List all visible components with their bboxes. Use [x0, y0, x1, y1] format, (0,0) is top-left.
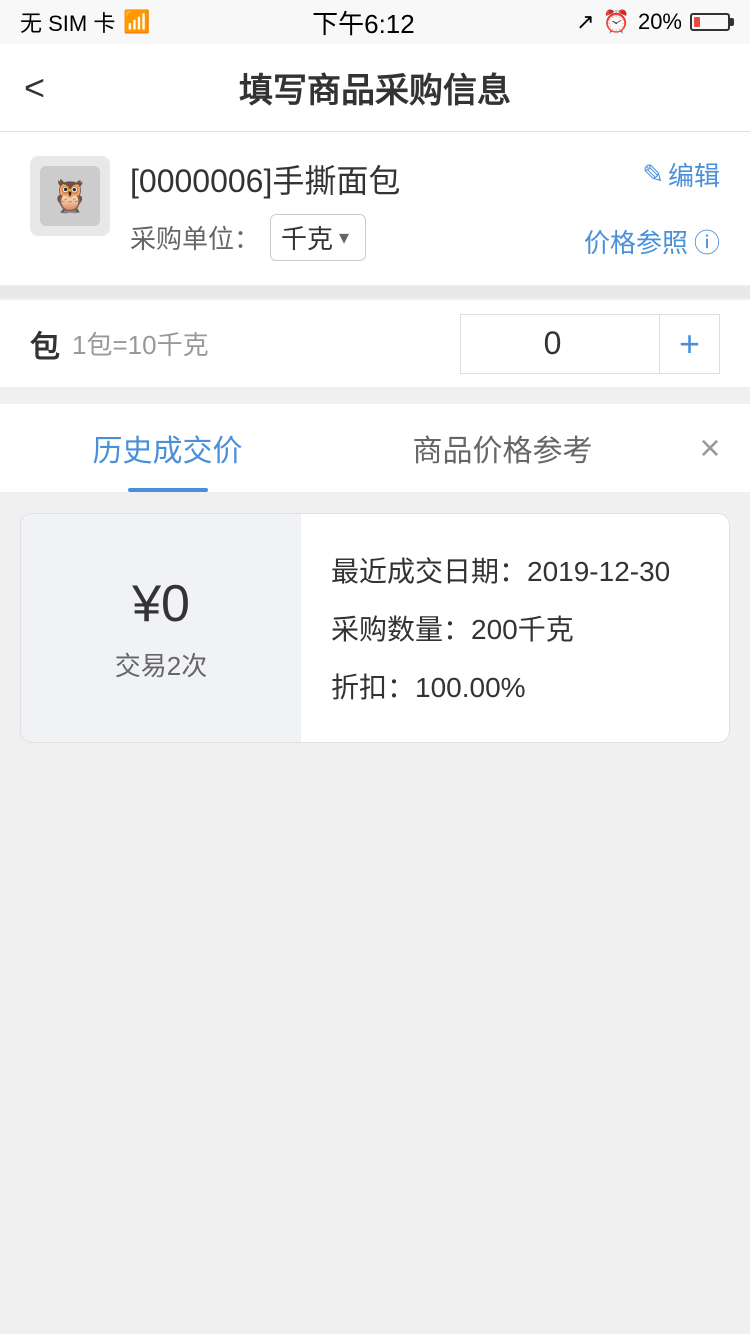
tab-history-price-label: 历史成交价 — [93, 426, 243, 470]
chevron-down-icon: ▾ — [339, 225, 349, 250]
price-ref-right: ✎ 编辑 价格参照 ⓘ — [584, 156, 720, 260]
back-button[interactable]: < — [24, 67, 45, 109]
price-card: ¥0 交易2次 最近成交日期：2019-12-30 采购数量：200千克 折扣：… — [20, 513, 730, 743]
discount-value: 100.00% — [415, 672, 526, 703]
price-value: 0 — [161, 575, 190, 633]
product-info: [0000006]手撕面包 采购单位： 千克 ▾ — [130, 156, 400, 261]
product-logo-icon: 🦉 — [50, 177, 90, 215]
price-amount: ¥0 — [132, 574, 190, 634]
tab-close-button[interactable]: × — [670, 404, 750, 492]
quantity-controls: + — [460, 314, 720, 374]
quantity-row: 包 1包=10千克 + — [0, 300, 750, 388]
unit-select[interactable]: 千克 ▾ — [270, 214, 366, 261]
tab-product-price-ref[interactable]: 商品价格参考 — [335, 404, 670, 492]
product-thumbnail-inner: 🦉 — [40, 166, 100, 226]
price-ref-label: 价格参照 — [584, 223, 688, 260]
price-card-right: 最近成交日期：2019-12-30 采购数量：200千克 折扣：100.00% — [301, 514, 729, 742]
tab-product-price-ref-label: 商品价格参考 — [413, 426, 593, 470]
product-name: [0000006]手撕面包 — [130, 156, 400, 202]
section-divider — [0, 286, 750, 298]
discount-label: 折扣： — [331, 672, 415, 703]
purchase-qty-value: 200千克 — [471, 614, 574, 645]
price-ref-button[interactable]: 价格参照 ⓘ — [584, 223, 720, 260]
carrier-label: 无 SIM 卡 — [20, 6, 115, 38]
status-bar-right: ↗ ⏰ 20% — [576, 9, 730, 35]
tab-history-price[interactable]: 历史成交价 — [0, 404, 335, 492]
battery-body — [690, 13, 730, 31]
unit-label: 采购单位： — [130, 219, 260, 256]
battery-fill — [694, 17, 700, 27]
content-area: ¥0 交易2次 最近成交日期：2019-12-30 采购数量：200千克 折扣：… — [0, 513, 750, 1113]
nav-bar: < 填写商品采购信息 — [0, 44, 750, 132]
status-bar-time: 下午6:12 — [312, 4, 415, 41]
status-bar: 无 SIM 卡 📶 下午6:12 ↗ ⏰ 20% — [0, 0, 750, 44]
transaction-count: 交易2次 — [115, 646, 207, 683]
edit-label: 编辑 — [668, 156, 720, 193]
quantity-plus-button[interactable]: + — [660, 314, 720, 374]
recent-date-value: 2019-12-30 — [527, 556, 670, 587]
recent-date-label: 最近成交日期： — [331, 556, 527, 587]
battery-percentage: 20% — [638, 9, 682, 35]
quantity-hint: 1包=10千克 — [72, 325, 209, 362]
tab-active-indicator — [128, 488, 208, 492]
product-card: 🦉 [0000006]手撕面包 采购单位： 千克 ▾ ✎ 编辑 — [0, 132, 750, 286]
product-header: 🦉 [0000006]手撕面包 采购单位： 千克 ▾ ✎ 编辑 — [30, 156, 720, 261]
currency-symbol: ¥ — [132, 575, 161, 633]
edit-icon: ✎ — [642, 159, 664, 190]
purchase-qty-row: 采购数量：200千克 — [331, 608, 699, 648]
alarm-icon: ⏰ — [603, 9, 630, 35]
quantity-label: 包 1包=10千克 — [30, 322, 209, 366]
quantity-input[interactable] — [460, 314, 660, 374]
edit-button[interactable]: ✎ 编辑 — [642, 156, 720, 193]
unit-value: 千克 — [281, 219, 333, 256]
product-left: 🦉 [0000006]手撕面包 采购单位： 千克 ▾ — [30, 156, 400, 261]
price-card-left: ¥0 交易2次 — [21, 514, 301, 742]
discount-row: 折扣：100.00% — [331, 666, 699, 706]
recent-date-row: 最近成交日期：2019-12-30 — [331, 550, 699, 590]
product-unit-row: 采购单位： 千克 ▾ — [130, 214, 400, 261]
quantity-unit-name: 包 — [30, 322, 60, 366]
wifi-icon: 📶 — [123, 9, 150, 35]
product-thumbnail: 🦉 — [30, 156, 110, 236]
purchase-qty-label: 采购数量： — [331, 614, 471, 645]
page-title: 填写商品采购信息 — [239, 63, 511, 112]
info-icon: ⓘ — [694, 223, 720, 260]
status-bar-left: 无 SIM 卡 📶 — [20, 6, 151, 38]
battery-icon — [690, 13, 730, 31]
tabs-container: 历史成交价 商品价格参考 × — [0, 404, 750, 493]
location-icon: ↗ — [576, 9, 594, 35]
